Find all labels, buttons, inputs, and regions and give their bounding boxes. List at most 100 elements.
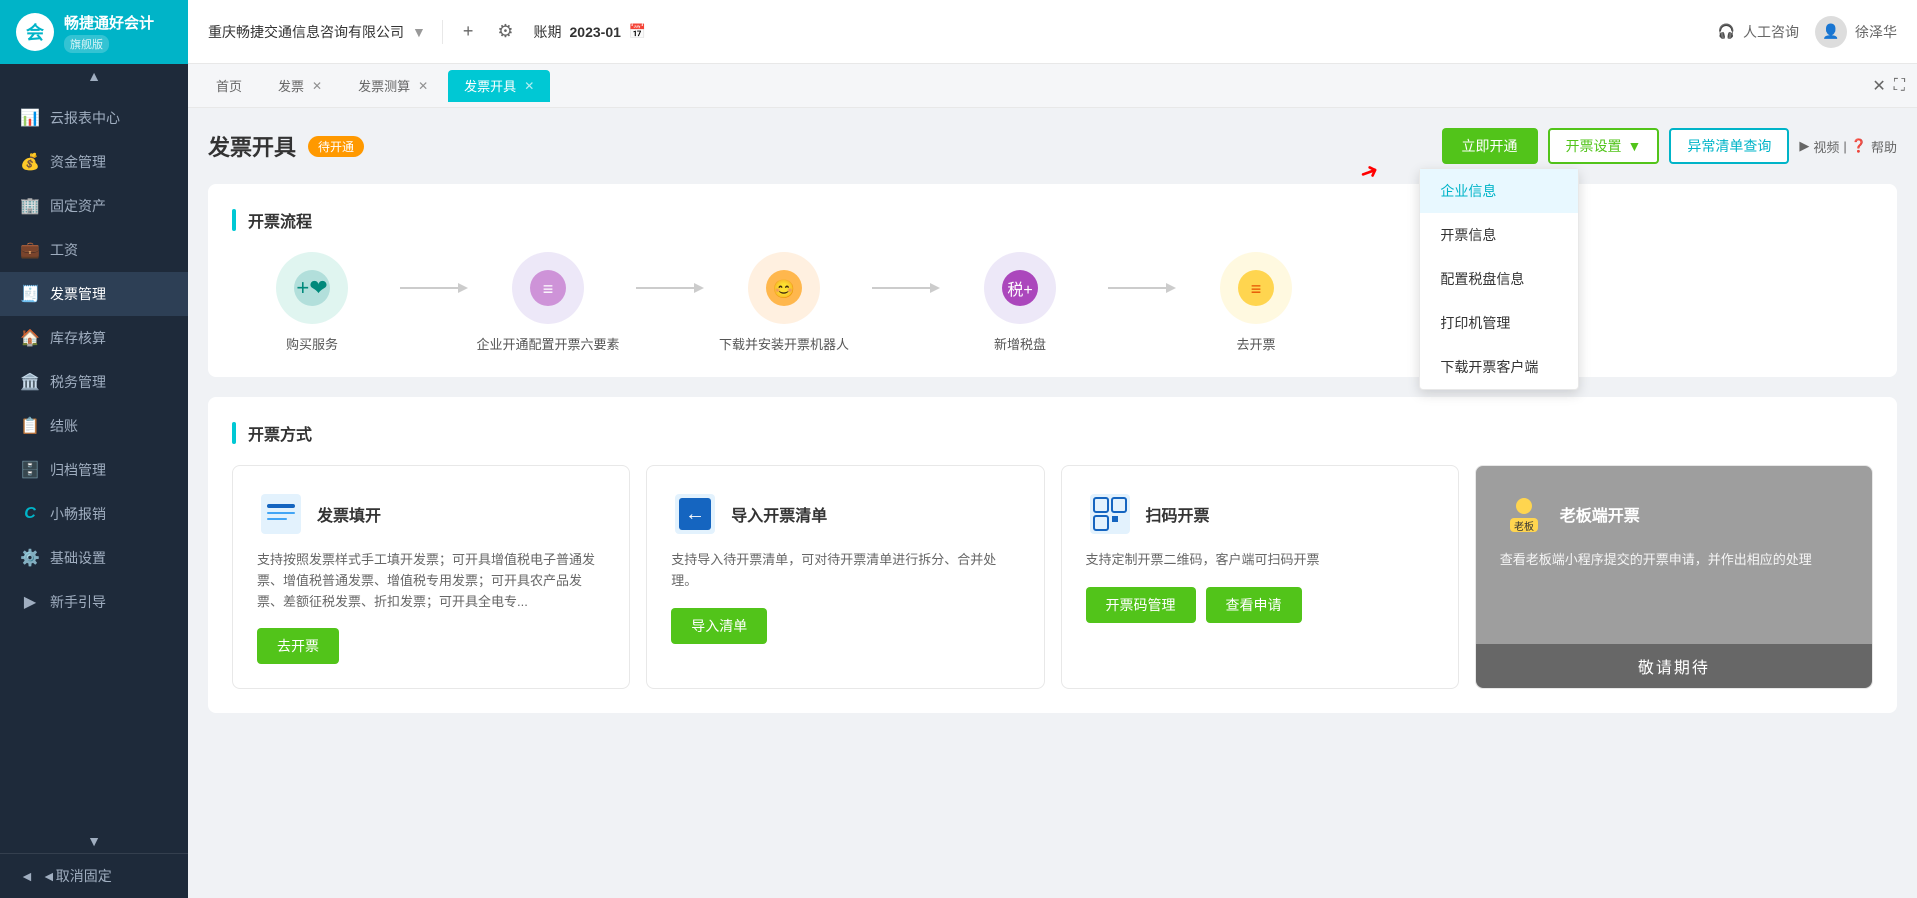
page-title: 发票开具 bbox=[208, 130, 296, 162]
sidebar-item-settings[interactable]: ⚙️ 基础设置 bbox=[0, 536, 188, 580]
tab-invoice[interactable]: 发票 ✕ bbox=[262, 70, 338, 102]
flow-step-4: 税+ 新增税盘 bbox=[940, 252, 1100, 353]
red-arrow-icon: ➜ bbox=[1357, 157, 1383, 188]
tab-invoice-open[interactable]: 发票开具 ✕ bbox=[448, 70, 550, 102]
avatar: 👤 bbox=[1815, 16, 1847, 48]
billing-card-fill: 发票填开 支持按照发票样式手工填开发票；可开具增值税电子普通发票、增值税普通发票… bbox=[232, 465, 630, 689]
page-title-row: 发票开具 待开通 bbox=[208, 130, 364, 162]
sidebar-item-account[interactable]: 📋 结账 bbox=[0, 404, 188, 448]
tab-home[interactable]: 首页 bbox=[200, 70, 258, 102]
billing-accent-bar bbox=[232, 422, 236, 444]
sidebar-item-guide[interactable]: ▶ 新手引导 bbox=[0, 580, 188, 624]
pin-icon: ◄ bbox=[20, 868, 34, 884]
dropdown-item-download[interactable]: 下载开票客户端 bbox=[1420, 345, 1578, 389]
view-application-button[interactable]: 查看申请 bbox=[1206, 587, 1302, 623]
dropdown-item-company-info[interactable]: 企业信息 bbox=[1420, 169, 1578, 213]
period-value: 2023-01 bbox=[570, 24, 621, 40]
settings-dropdown-container: 开票设置 ▼ ➜ 企业信息 开票信息 配置税盘信息 bbox=[1548, 128, 1660, 164]
settings-icon: ⚙️ bbox=[20, 548, 40, 568]
help-links[interactable]: ▶ 视频 | ❓ 帮助 bbox=[1799, 137, 1897, 156]
sidebar-item-salary[interactable]: 💼 工资 bbox=[0, 228, 188, 272]
consult-btn[interactable]: 🎧 人工咨询 bbox=[1718, 22, 1799, 42]
dropdown-item-invoice-info[interactable]: 开票信息 bbox=[1420, 213, 1578, 257]
inventory-icon: 🏠 bbox=[20, 328, 40, 348]
sidebar-item-cloud-report[interactable]: 📊 云报表中心 bbox=[0, 96, 188, 140]
flow-step-2-label: 企业开通配置开票六要素 bbox=[476, 334, 619, 353]
sidebar-item-inventory[interactable]: 🏠 库存核算 bbox=[0, 316, 188, 360]
exception-list-button[interactable]: 异常清单查询 bbox=[1669, 128, 1789, 164]
scroll-up-arrow[interactable]: ▲ bbox=[0, 64, 188, 88]
tab-actions: ✕ ⛶ bbox=[1872, 76, 1905, 96]
billing-section: 开票方式 发票填开 支持按照发票样式手工填开发票；可开具增值税电子普通发票、增值… bbox=[208, 397, 1897, 713]
flow-steps: +❤ 购买服务 ≡ 企业开通配置开票六要素 bbox=[232, 252, 1873, 353]
scroll-down-arrow[interactable]: ▼ bbox=[0, 829, 188, 853]
sidebar-item-xiaochang[interactable]: C 小畅报销 bbox=[0, 492, 188, 536]
sidebar-item-archive[interactable]: 🗄️ 归档管理 bbox=[0, 448, 188, 492]
svg-text:老板: 老板 bbox=[1514, 520, 1534, 533]
flow-arrow-2 bbox=[628, 287, 704, 289]
invoice-settings-button[interactable]: 开票设置 ▼ bbox=[1548, 128, 1660, 164]
flow-step-2: ≡ 企业开通配置开票六要素 bbox=[468, 252, 628, 353]
billing-card-fill-header: 发票填开 bbox=[257, 490, 605, 538]
tab-invoice-test[interactable]: 发票测算 ✕ bbox=[342, 70, 444, 102]
svg-text:😊: 😊 bbox=[773, 279, 795, 299]
period-label: 账期 bbox=[534, 22, 562, 42]
question-icon: ❓ bbox=[1851, 138, 1867, 154]
calendar-icon[interactable]: 📅 bbox=[629, 23, 646, 40]
tab-maximize-button[interactable]: ⛶ bbox=[1894, 76, 1905, 96]
user-profile[interactable]: 👤 徐泽华 bbox=[1815, 16, 1897, 48]
play-icon: ▶ bbox=[1799, 138, 1809, 154]
header: 重庆畅捷交通信息咨询有限公司 ▼ + ⚙ 账期 2023-01 📅 🎧 人工咨询… bbox=[188, 0, 1917, 64]
billing-card-boss-header: 老板 老板端开票 bbox=[1500, 490, 1848, 538]
dropdown-item-tax-config[interactable]: 配置税盘信息 bbox=[1420, 257, 1578, 301]
flow-step-4-label: 新增税盘 bbox=[994, 334, 1046, 353]
scan-invoice-buttons: 开票码管理 查看申请 bbox=[1086, 587, 1434, 623]
billing-section-header: 开票方式 bbox=[232, 421, 1873, 445]
billing-section-title: 开票方式 bbox=[248, 421, 312, 445]
billing-card-import: ← 导入开票清单 支持导入待开票清单，可对待开票清单进行拆分、合并处理。 导入清… bbox=[646, 465, 1044, 689]
activate-button[interactable]: 立即开通 bbox=[1442, 128, 1538, 164]
tab-close-window-button[interactable]: ✕ bbox=[1872, 76, 1885, 96]
flow-step-3-label: 下载并安装开票机器人 bbox=[719, 334, 849, 353]
sidebar-item-fixed-asset[interactable]: 🏢 固定资产 bbox=[0, 184, 188, 228]
import-invoice-title: 导入开票清单 bbox=[731, 502, 827, 526]
salary-icon: 💼 bbox=[20, 240, 40, 260]
import-list-button[interactable]: 导入清单 bbox=[671, 608, 767, 644]
chevron-down-icon: ▼ bbox=[1628, 138, 1642, 154]
tab-invoice-test-close[interactable]: ✕ bbox=[418, 79, 428, 93]
dropdown-item-printer[interactable]: 打印机管理 bbox=[1420, 301, 1578, 345]
tab-invoice-open-close[interactable]: ✕ bbox=[524, 79, 534, 93]
company-selector[interactable]: 重庆畅捷交通信息咨询有限公司 ▼ bbox=[208, 22, 426, 42]
tab-invoice-close[interactable]: ✕ bbox=[312, 79, 322, 93]
page-header: 发票开具 待开通 立即开通 开票设置 ▼ ➜ 企业信息 开票信息 bbox=[208, 128, 1897, 164]
boss-invoice-title: 老板端开票 bbox=[1560, 502, 1640, 526]
sidebar-item-tax[interactable]: 🏛️ 税务管理 bbox=[0, 360, 188, 404]
xiaochang-icon: C bbox=[20, 504, 40, 524]
invoice-icon: 🧾 bbox=[20, 284, 40, 304]
boss-overlay: 敬请期待 bbox=[1476, 644, 1872, 688]
svg-text:≡: ≡ bbox=[543, 279, 554, 299]
settings-button[interactable]: ⚙ bbox=[493, 17, 517, 46]
flow-step-1-icon: +❤ bbox=[276, 252, 348, 324]
sidebar-item-invoice[interactable]: 🧾 发票管理 bbox=[0, 272, 188, 316]
fund-icon: 💰 bbox=[20, 152, 40, 172]
billing-card-import-header: ← 导入开票清单 bbox=[671, 490, 1019, 538]
fill-invoice-button[interactable]: 去开票 bbox=[257, 628, 339, 664]
fill-invoice-icon bbox=[257, 490, 305, 538]
flow-section: 开票流程 +❤ 购买服务 ≡ 企业开通配置开票六要素 bbox=[208, 184, 1897, 377]
flow-step-5-icon: ≡ bbox=[1220, 252, 1292, 324]
company-dropdown-icon: ▼ bbox=[412, 24, 426, 40]
sidebar-logo: 会 畅捷通好会计 旗舰版 bbox=[0, 0, 188, 64]
qr-manage-button[interactable]: 开票码管理 bbox=[1086, 587, 1196, 623]
status-badge: 待开通 bbox=[308, 136, 364, 157]
sidebar-pin-toggle[interactable]: ◄ ◄取消固定 bbox=[0, 853, 188, 898]
add-company-button[interactable]: + bbox=[459, 17, 478, 46]
tax-icon: 🏛️ bbox=[20, 372, 40, 392]
sidebar-item-fund[interactable]: 💰 资金管理 bbox=[0, 140, 188, 184]
flow-step-4-icon: 税+ bbox=[984, 252, 1056, 324]
header-right: 🎧 人工咨询 👤 徐泽华 bbox=[1718, 16, 1897, 48]
billing-card-boss: 老板 老板端开票 查看老板端小程序提交的开票申请，并作出相应的处理 敬请期待 bbox=[1475, 465, 1873, 689]
svg-text:≡: ≡ bbox=[1251, 279, 1262, 299]
avatar-icon: 👤 bbox=[1822, 23, 1839, 40]
import-invoice-icon: ← bbox=[671, 490, 719, 538]
